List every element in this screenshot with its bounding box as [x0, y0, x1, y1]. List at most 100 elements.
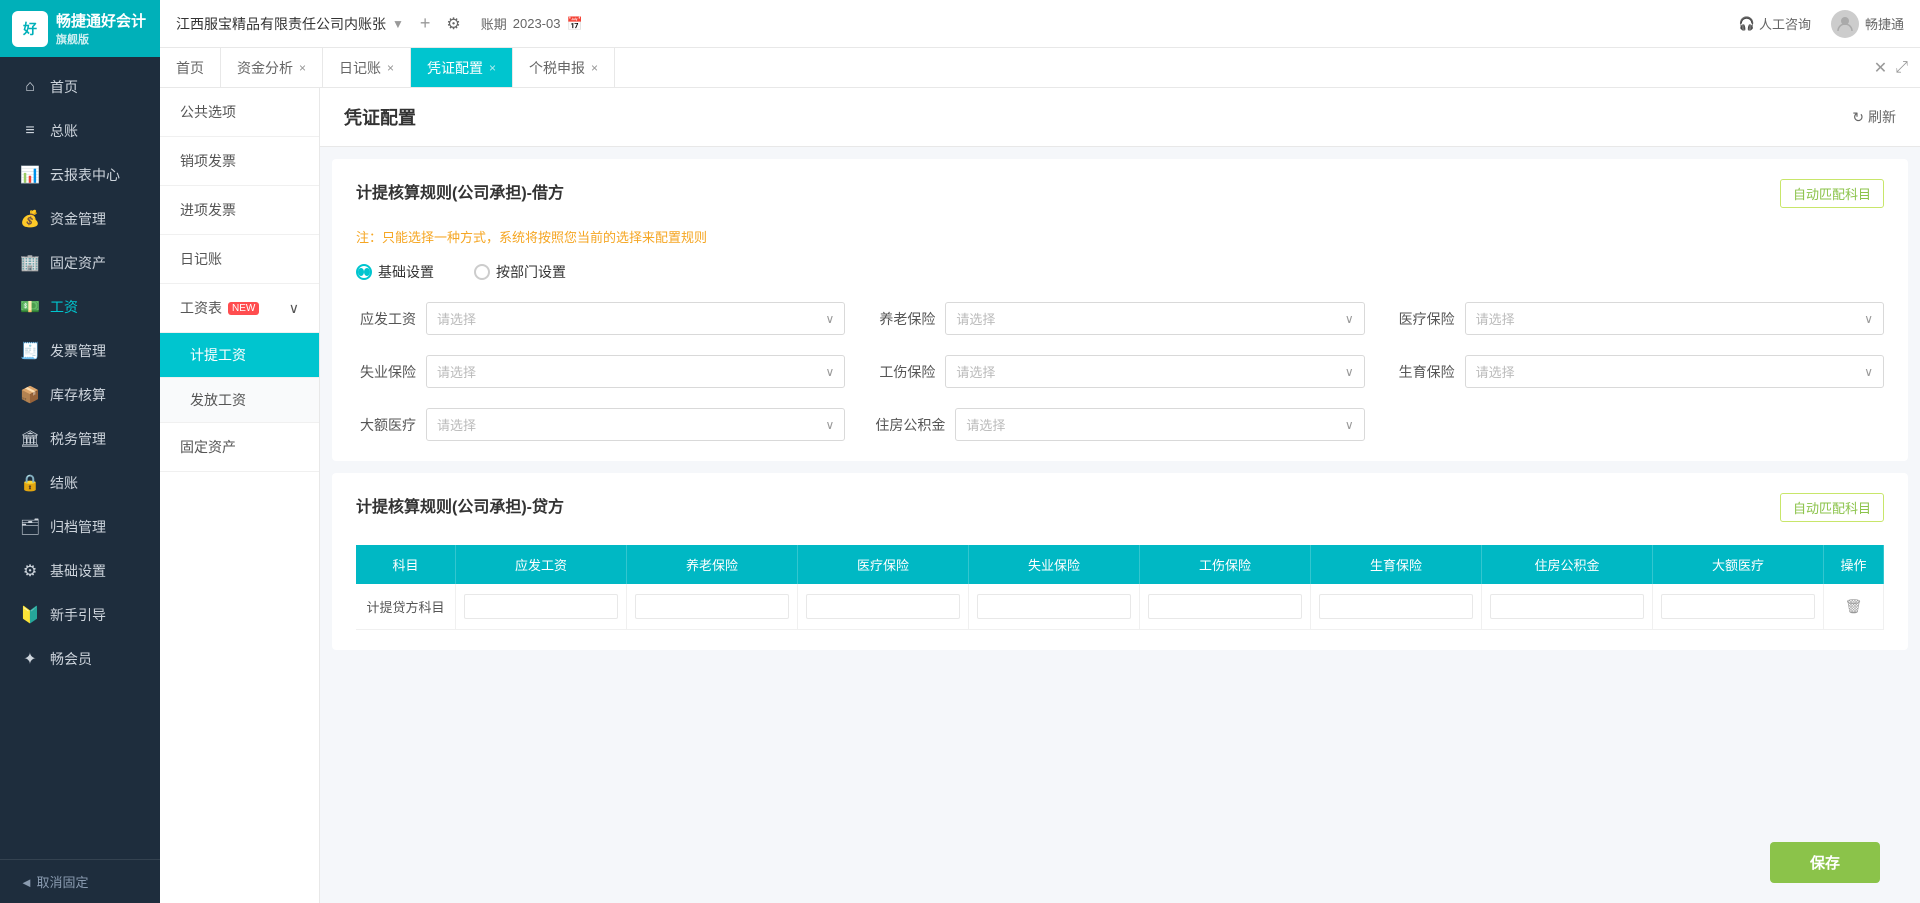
chevron-down-icon: ∨	[1864, 312, 1873, 326]
sidebar-item-member[interactable]: ✦ 畅会员	[0, 637, 160, 681]
sidebar-item-inventory[interactable]: 📦 库存核算	[0, 373, 160, 417]
radio-basic[interactable]: 基础设置	[356, 262, 434, 282]
input-credit-housing-fund[interactable]	[1490, 594, 1644, 619]
select-medical[interactable]: 请选择 ∨	[1465, 302, 1884, 335]
sidebar-unpin-button[interactable]: ◄ 取消固定	[0, 859, 160, 903]
new-badge: NEW	[228, 302, 259, 315]
select-unemployment[interactable]: 请选择 ∨	[426, 355, 845, 388]
select-maternity[interactable]: 请选择 ∨	[1465, 355, 1884, 388]
inventory-icon: 📦	[20, 385, 40, 405]
home-icon: ⌂	[20, 78, 40, 96]
chevron-down-icon: ∨	[1345, 312, 1354, 326]
left-nav-payroll-pay[interactable]: 发放工资	[160, 378, 319, 423]
tab-voucher[interactable]: 凭证配置 ×	[411, 48, 513, 87]
select-salary-placeholder: 请选择	[437, 309, 476, 328]
sidebar-item-label: 固定资产	[50, 253, 106, 273]
cell-action[interactable]: 🗑	[1824, 584, 1884, 629]
input-credit-unemployment[interactable]	[977, 594, 1131, 619]
settings-gear-icon[interactable]: ⚙	[446, 14, 460, 34]
cell-work-injury[interactable]	[1140, 584, 1311, 629]
tab-voucher-close[interactable]: ×	[489, 61, 496, 75]
sidebar-item-guide[interactable]: 🔰 新手引导	[0, 593, 160, 637]
sidebar-item-label: 畅会员	[50, 649, 92, 669]
chevron-down-icon: ∨	[826, 312, 835, 326]
field-medical-label: 医疗保险	[1395, 309, 1455, 329]
save-button[interactable]: 保存	[1770, 842, 1880, 883]
input-credit-big-medical[interactable]	[1661, 594, 1815, 619]
input-credit-work-injury[interactable]	[1148, 594, 1302, 619]
select-pension[interactable]: 请选择 ∨	[945, 302, 1364, 335]
left-nav-public[interactable]: 公共选项	[160, 88, 319, 137]
select-salary[interactable]: 请选择 ∨	[426, 302, 845, 335]
refresh-label: 刷新	[1868, 107, 1896, 127]
credit-auto-match-button[interactable]: 自动匹配科目	[1780, 493, 1884, 522]
archive-icon: 🗂	[20, 517, 40, 537]
select-pension-placeholder: 请选择	[956, 309, 995, 328]
sidebar-item-settings[interactable]: ⚙ 基础设置	[0, 549, 160, 593]
tab-home[interactable]: 首页	[160, 48, 221, 87]
sidebar-item-funds[interactable]: 💰 资金管理	[0, 197, 160, 241]
tab-journal-close[interactable]: ×	[387, 61, 394, 75]
tax-icon: 🏛	[20, 429, 40, 449]
tab-voucher-label: 凭证配置	[427, 58, 483, 78]
field-medical: 医疗保险 请选择 ∨	[1395, 302, 1884, 335]
sidebar-item-home[interactable]: ⌂ 首页	[0, 65, 160, 109]
cell-salary[interactable]	[456, 584, 627, 629]
sidebar-item-tax[interactable]: 🏛 税务管理	[0, 417, 160, 461]
assets-icon: 🏢	[20, 253, 40, 273]
cell-big-medical[interactable]	[1653, 584, 1824, 629]
input-credit-maternity[interactable]	[1319, 594, 1473, 619]
settings-icon: ⚙	[20, 561, 40, 581]
left-nav-fixed-assets[interactable]: 固定资产	[160, 423, 319, 472]
sidebar-item-label: 归档管理	[50, 517, 106, 537]
period-selector[interactable]: 账期 2023-03 📅	[481, 14, 583, 33]
sidebar-item-reports[interactable]: 📊 云报表中心	[0, 153, 160, 197]
select-big-medical[interactable]: 请选择 ∨	[426, 408, 845, 441]
user-menu[interactable]: 畅捷通	[1831, 10, 1904, 38]
left-nav: 公共选项 销项发票 进项发票 日记账 工资表 NEW ∨ 计提工资	[160, 88, 320, 903]
tab-funds[interactable]: 资金分析 ×	[221, 48, 323, 87]
cell-pension[interactable]	[627, 584, 798, 629]
add-company-button[interactable]: +	[416, 13, 435, 34]
company-selector[interactable]: 江西服宝精品有限责任公司内账张 ▼	[176, 14, 404, 34]
tab-journal[interactable]: 日记账 ×	[323, 48, 411, 87]
cell-housing-fund[interactable]	[1482, 584, 1653, 629]
sidebar-item-close[interactable]: 🔒 结账	[0, 461, 160, 505]
left-nav-sales[interactable]: 销项发票	[160, 137, 319, 186]
service-button[interactable]: 🎧 人工咨询	[1739, 14, 1811, 33]
input-credit-pension[interactable]	[635, 594, 789, 619]
sidebar-item-ledger[interactable]: ≡ 总账	[0, 109, 160, 153]
cell-unemployment[interactable]	[969, 584, 1140, 629]
sidebar-item-label: 总账	[50, 121, 78, 141]
sidebar-item-archive[interactable]: 🗂 归档管理	[0, 505, 160, 549]
debit-auto-match-button[interactable]: 自动匹配科目	[1780, 179, 1884, 208]
debit-form-grid: 应发工资 请选择 ∨ 养老保险 请选择 ∨ 医疗	[356, 302, 1884, 441]
sidebar-item-payroll[interactable]: 💵 工资	[0, 285, 160, 329]
tab-tax-close[interactable]: ×	[591, 61, 598, 75]
input-credit-salary[interactable]	[464, 594, 618, 619]
tab-tax[interactable]: 个税申报 ×	[513, 48, 615, 87]
sidebar-item-assets[interactable]: 🏢 固定资产	[0, 241, 160, 285]
credit-table: 科目 应发工资 养老保险 医疗保险 失业保险 工伤保险 生育保险 住房公积金 大…	[356, 545, 1884, 630]
left-nav-journal[interactable]: 日记账	[160, 235, 319, 284]
sidebar-item-label: 工资	[50, 297, 78, 317]
radio-dept[interactable]: 按部门设置	[474, 262, 566, 282]
left-nav-payroll-group[interactable]: 工资表 NEW ∨	[160, 284, 319, 333]
period-label: 账期	[481, 14, 507, 33]
cell-medical[interactable]	[798, 584, 969, 629]
expand-icon[interactable]: ⤢	[1895, 59, 1908, 77]
left-nav-payroll-calc[interactable]: 计提工资	[160, 333, 319, 378]
refresh-button[interactable]: ↻ 刷新	[1852, 107, 1896, 127]
sidebar-item-invoice[interactable]: 🧾 发票管理	[0, 329, 160, 373]
select-work-injury[interactable]: 请选择 ∨	[945, 355, 1364, 388]
select-housing-fund[interactable]: 请选择 ∨	[955, 408, 1364, 441]
tab-funds-close[interactable]: ×	[299, 61, 306, 75]
close-all-icon[interactable]: ✕	[1874, 58, 1887, 78]
radio-basic-label: 基础设置	[378, 262, 434, 282]
cell-maternity[interactable]	[1311, 584, 1482, 629]
left-nav-purchase[interactable]: 进项发票	[160, 186, 319, 235]
field-work-injury-label: 工伤保险	[875, 362, 935, 382]
input-credit-medical[interactable]	[806, 594, 960, 619]
reports-icon: 📊	[20, 165, 40, 185]
delete-row-icon[interactable]: 🗑	[1845, 598, 1863, 615]
